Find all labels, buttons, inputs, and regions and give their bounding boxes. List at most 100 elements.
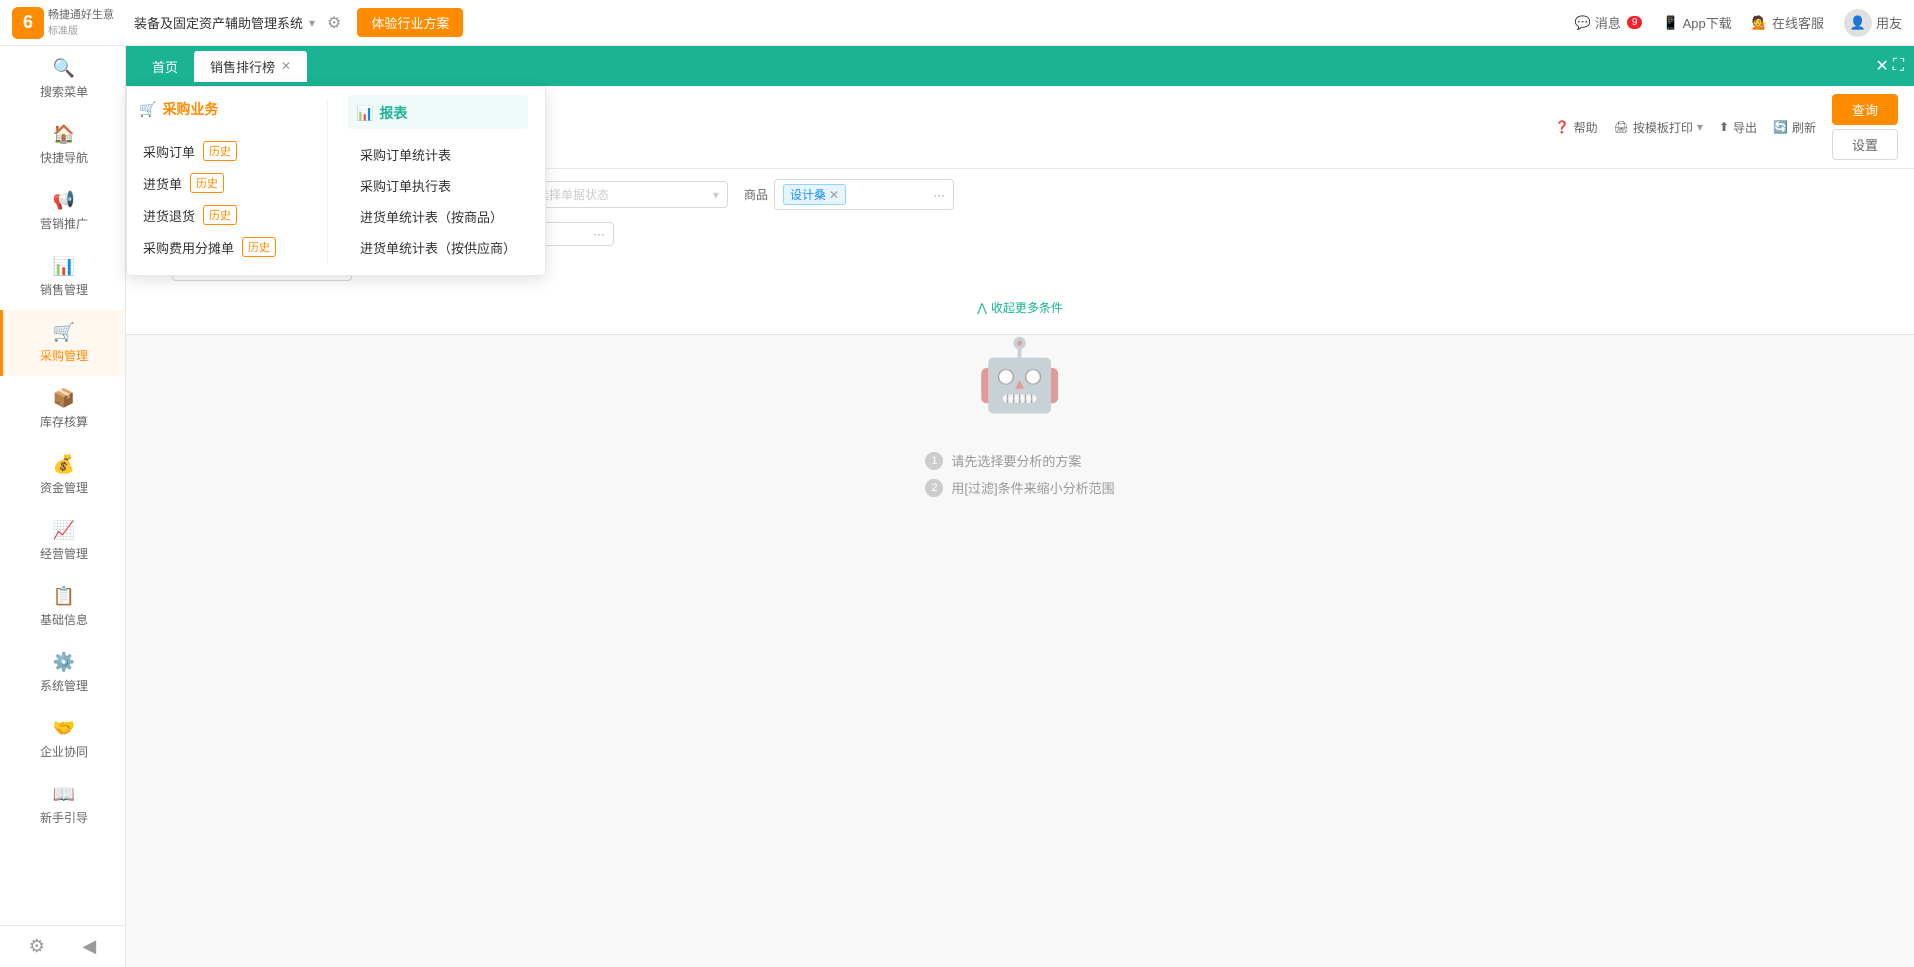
history-badge-0[interactable]: 历史: [203, 141, 237, 161]
order-status-arrow: ▾: [713, 188, 719, 202]
sidebar-item-basic[interactable]: 📋 基础信息: [0, 574, 125, 640]
tab-bar-right: ✕ ⛶: [1875, 56, 1904, 76]
goods-dots[interactable]: ···: [933, 188, 945, 202]
home-icon: 🏠: [53, 124, 75, 145]
sidebar-item-search[interactable]: 🔍 搜索菜单: [0, 46, 125, 112]
tip-text-2: 用[过滤]条件来缩小分析范围: [951, 478, 1114, 497]
empty-robot-icon: 🤖: [970, 335, 1070, 417]
tip-num-2: 2: [925, 479, 943, 497]
marketing-icon: 📢: [53, 190, 75, 211]
tab-close-icon[interactable]: ✕: [281, 59, 291, 73]
sidebar-label-finance: 资金管理: [40, 479, 88, 496]
export-label: 导出: [1733, 119, 1757, 136]
history-badge-1[interactable]: 历史: [190, 173, 224, 193]
sidebar-item-guide[interactable]: 📖 新手引导: [0, 772, 125, 838]
top-right-area: 💬 消息 9 📱 App下载 💁 在线客服 👤 用友: [1575, 9, 1902, 37]
sidebar-item-marketing[interactable]: 📢 营销推广: [0, 178, 125, 244]
menu-item-purchase-exec[interactable]: 采购订单执行表: [356, 170, 520, 201]
history-badge-3[interactable]: 历史: [242, 237, 276, 257]
settings-icon[interactable]: ⚙: [327, 13, 341, 33]
order-status-placeholder: 选择单据状态: [537, 186, 609, 203]
menu-item-return[interactable]: 进货退货 历史: [139, 199, 299, 231]
sidebar-item-nav[interactable]: 🏠 快捷导航: [0, 112, 125, 178]
system-title: 装备及固定资产辅助管理系统: [134, 13, 303, 32]
sidebar-bottom: ⚙ ◀: [0, 925, 125, 967]
app-download-btn[interactable]: 📱 App下载: [1662, 13, 1731, 32]
incoming-label: 进货单: [143, 174, 182, 193]
menu-item-incoming-supplier[interactable]: 进货单统计表（按供应商）: [356, 232, 520, 263]
sidebar-label-marketing: 营销推广: [40, 215, 88, 232]
logo-icon: 6: [12, 7, 44, 39]
goods-tag: 设计桑 ✕: [783, 184, 846, 205]
print-dropdown-icon[interactable]: ▾: [1697, 120, 1703, 134]
filter-goods: 商品 设计桑 ✕ ···: [744, 179, 954, 210]
settings-btn[interactable]: 设置: [1832, 129, 1898, 160]
user-area[interactable]: 👤 用友: [1844, 9, 1902, 37]
tab-home[interactable]: 首页: [136, 51, 194, 82]
report-section-label: 报表: [379, 103, 407, 123]
inventory-icon: 📦: [53, 388, 75, 409]
purchase-order-label: 采购订单: [143, 142, 195, 161]
purchase-section: 🛒 采购业务 采购订单 历史 进货单 历史 进货退货 历史 采购费用分摊单 历史: [139, 99, 299, 263]
tab-expand-icon[interactable]: ⛶: [1893, 57, 1904, 75]
tab-sales-ranking[interactable]: 销售排行榜 ✕: [194, 51, 307, 82]
sidebar-item-purchase[interactable]: 🛒 采购管理: [0, 310, 125, 376]
logo-area: 6 畅捷通好生意 标准版: [12, 7, 114, 39]
purchase-section-label: 采购业务: [162, 99, 218, 119]
guide-icon: 📖: [53, 784, 75, 805]
goods-tag-close[interactable]: ✕: [829, 188, 839, 202]
refresh-btn[interactable]: 🔄 刷新: [1773, 119, 1816, 136]
tab-sales-ranking-label: 销售排行榜: [210, 57, 275, 76]
industry-btn[interactable]: 体验行业方案: [357, 8, 463, 37]
menu-item-purchase-stat[interactable]: 采购订单统计表: [356, 139, 520, 170]
help-btn[interactable]: ❓ 帮助: [1555, 119, 1598, 136]
sidebar-collapse-icon[interactable]: ◀: [82, 936, 96, 957]
menu-item-purchase-order[interactable]: 采购订单 历史: [139, 135, 299, 167]
salesman-dots[interactable]: ···: [593, 227, 605, 241]
query-btn[interactable]: 查询: [1832, 94, 1898, 125]
sidebar-item-collab[interactable]: 🤝 企业协同: [0, 706, 125, 772]
sidebar-settings-icon[interactable]: ⚙: [29, 936, 45, 957]
empty-tip-1: 1 请先选择要分析的方案: [925, 451, 1114, 470]
export-btn[interactable]: ⬆ 导出: [1719, 119, 1757, 136]
sidebar-label-collab: 企业协同: [40, 743, 88, 760]
return-label: 进货退货: [143, 206, 195, 225]
purchase-section-icon: 🛒: [139, 101, 156, 118]
print-btn[interactable]: 🖨 按模板打印 ▾: [1614, 119, 1703, 136]
menu-divider: [327, 99, 328, 263]
incoming-goods-label: 进货单统计表（按商品）: [360, 207, 503, 226]
report-section-icon: 📊: [356, 105, 373, 122]
collapse-btn[interactable]: ⋀ 收起更多条件: [977, 299, 1063, 316]
system-dropdown-arrow[interactable]: ▾: [309, 16, 315, 30]
menu-item-incoming[interactable]: 进货单 历史: [139, 167, 299, 199]
sidebar-label-guide: 新手引导: [40, 809, 88, 826]
menu-item-incoming-goods[interactable]: 进货单统计表（按商品）: [356, 201, 520, 232]
empty-state: 🤖 1 请先选择要分析的方案 2 用[过滤]条件来缩小分析范围: [126, 335, 1914, 497]
menu-item-expense[interactable]: 采购费用分摊单 历史: [139, 231, 299, 263]
logo-text: 畅捷通好生意 标准版: [48, 8, 114, 37]
order-status-input[interactable]: 选择单据状态 ▾: [528, 181, 728, 208]
phone-icon: 📱: [1662, 15, 1678, 31]
tip-num-1: 1: [925, 452, 943, 470]
purchase-exec-label: 采购订单执行表: [360, 176, 451, 195]
sidebar-item-sales[interactable]: 📊 销售管理: [0, 244, 125, 310]
message-btn[interactable]: 💬 消息 9: [1575, 13, 1643, 32]
incoming-supplier-label: 进货单统计表（按供应商）: [360, 238, 516, 257]
collab-icon: 🤝: [53, 718, 75, 739]
sidebar-item-operation[interactable]: 📈 经营管理: [0, 508, 125, 574]
system-icon: ⚙️: [53, 652, 75, 673]
tab-close-all-icon[interactable]: ✕: [1875, 56, 1888, 76]
user-label: 用友: [1876, 13, 1902, 32]
sidebar-item-inventory[interactable]: 📦 库存核算: [0, 376, 125, 442]
sidebar-item-finance[interactable]: 💰 资金管理: [0, 442, 125, 508]
avatar: 👤: [1844, 9, 1872, 37]
sidebar-item-system[interactable]: ⚙️ 系统管理: [0, 640, 125, 706]
sidebar-label-nav: 快捷导航: [40, 149, 88, 166]
purchase-section-title: 🛒 采购业务: [139, 99, 299, 125]
online-service-btn[interactable]: 💁 在线客服: [1752, 13, 1824, 32]
goods-input[interactable]: 设计桑 ✕ ···: [774, 179, 954, 210]
sidebar-label-search: 搜索菜单: [40, 83, 88, 100]
print-icon: 🖨: [1614, 120, 1629, 134]
history-badge-2[interactable]: 历史: [203, 205, 237, 225]
message-badge: 9: [1627, 16, 1643, 29]
